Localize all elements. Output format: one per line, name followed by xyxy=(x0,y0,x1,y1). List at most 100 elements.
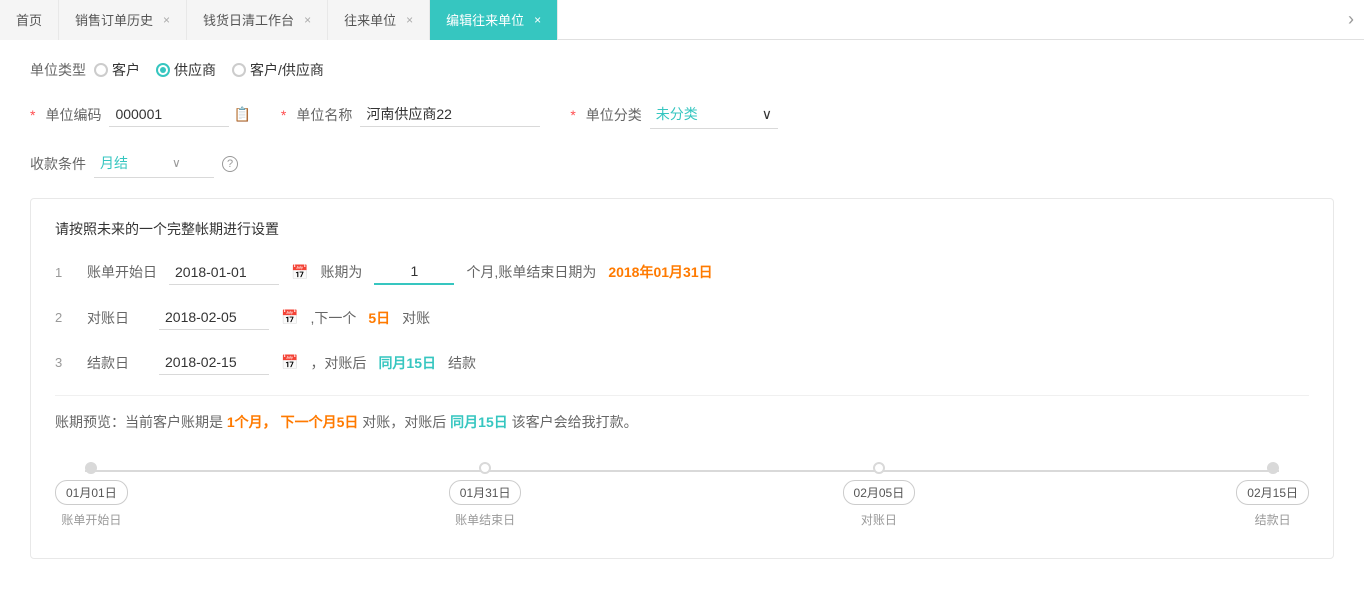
main-content: 单位类型 客户 供应商 客户/供应商 * 单位编码 xyxy=(0,40,1364,608)
period-day-5-highlight: 5日 xyxy=(368,308,390,328)
unit-type-label: 单位类型 xyxy=(30,60,86,80)
unit-category-value: 未分类 xyxy=(656,104,698,124)
radio-supplier[interactable]: 供应商 xyxy=(156,60,216,80)
tab-cash-work-label: 钱货日清工作台 xyxy=(203,10,294,29)
timeline-badge-3: 02月15日 xyxy=(1236,480,1309,505)
timeline-sublabel-0: 账单开始日 xyxy=(61,511,121,528)
unit-type-row: 单位类型 客户 供应商 客户/供应商 xyxy=(30,60,1334,80)
period-text-1a: 账期为 xyxy=(320,262,362,282)
timeline-dot-3 xyxy=(1267,462,1279,474)
radio-supplier-label: 供应商 xyxy=(174,60,216,80)
period-same-month-highlight: 同月15日 xyxy=(378,353,436,373)
timeline-dot-0 xyxy=(85,462,97,474)
tab-partner[interactable]: 往来单位 × xyxy=(328,0,430,40)
payment-condition-label: 收款条件 xyxy=(30,154,86,174)
unit-code-star: * xyxy=(30,107,35,123)
timeline-sublabel-3: 结款日 xyxy=(1255,511,1291,528)
unit-name-label: 单位名称 xyxy=(296,105,352,125)
unit-code-label: 单位编码 xyxy=(45,105,101,125)
unit-code-input-wrapper: 📋 xyxy=(109,102,250,127)
timeline-dot-1 xyxy=(479,462,491,474)
tab-home[interactable]: 首页 xyxy=(0,0,59,40)
tab-sales-history-label: 销售订单历史 xyxy=(75,10,153,29)
tab-edit-partner[interactable]: 编辑往来单位 × xyxy=(430,0,558,40)
period-calendar-2[interactable]: 📅 xyxy=(281,309,298,326)
payment-condition-group: 收款条件 月结 ∨ ? xyxy=(30,149,238,178)
period-end-date-highlight: 2018年01月31日 xyxy=(608,262,712,282)
period-text-1b: 个月,账单结束日期为 xyxy=(466,262,596,282)
timeline-badge-0: 01月01日 xyxy=(55,480,128,505)
unit-name-group: * 单位名称 xyxy=(281,102,540,127)
period-row-3: 3 结款日 📅 ，对账后 同月15日 结款 xyxy=(55,350,1309,375)
tab-edit-partner-close[interactable]: × xyxy=(534,13,541,27)
preview-prefix: 账期预览：当前客户账期是 xyxy=(55,414,223,430)
preview-part3: 同月15日 xyxy=(450,414,508,430)
timeline-sublabel-1: 账单结束日 xyxy=(455,511,515,528)
period-date-1[interactable] xyxy=(169,260,279,285)
timeline-badge-1: 01月31日 xyxy=(449,480,522,505)
unit-category-select[interactable]: 未分类 ∨ xyxy=(650,100,778,129)
preview-part1: 1个月， xyxy=(227,414,277,430)
preview-middle: 对账，对账后 xyxy=(362,414,446,430)
card-title: 请按照未来的一个完整帐期进行设置 xyxy=(55,219,1309,239)
period-num-1: 1 xyxy=(55,265,75,280)
unit-category-star: * xyxy=(570,107,575,123)
period-num-2: 2 xyxy=(55,310,75,325)
period-text-3a: ，对账后 xyxy=(310,353,366,373)
radio-both[interactable]: 客户/供应商 xyxy=(232,60,324,80)
period-date-2[interactable] xyxy=(159,305,269,330)
tab-home-label: 首页 xyxy=(16,10,42,29)
payment-condition-value: 月结 xyxy=(100,153,128,173)
radio-supplier-circle xyxy=(156,63,170,77)
period-label-2: 对账日 xyxy=(87,308,147,328)
period-calendar-1[interactable]: 📅 xyxy=(291,264,308,281)
period-months-input[interactable] xyxy=(374,259,454,285)
unit-category-label: 单位分类 xyxy=(586,105,642,125)
preview-part2: 下一个月5日 xyxy=(281,414,359,430)
preview-text: 账期预览：当前客户账期是 1个月， 下一个月5日 对账，对账后 同月15日 该客… xyxy=(55,412,1309,432)
card-section: 请按照未来的一个完整帐期进行设置 1 账单开始日 📅 账期为 个月,账单结束日期… xyxy=(30,198,1334,559)
timeline-item-1: 01月31日 账单结束日 xyxy=(449,462,522,528)
unit-code-input[interactable] xyxy=(109,102,229,127)
timeline-dot-2 xyxy=(873,462,885,474)
unit-name-star: * xyxy=(281,107,286,123)
timeline-badge-2: 02月05日 xyxy=(843,480,916,505)
radio-customer-circle xyxy=(94,63,108,77)
payment-condition-select[interactable]: 月结 ∨ xyxy=(94,149,214,178)
timeline-sublabel-2: 对账日 xyxy=(861,511,897,528)
timeline-item-0: 01月01日 账单开始日 xyxy=(55,462,128,528)
preview-section: 账期预览：当前客户账期是 1个月， 下一个月5日 对账，对账后 同月15日 该客… xyxy=(55,395,1309,538)
tab-cash-work-close[interactable]: × xyxy=(304,13,311,27)
timeline-items: 01月01日 账单开始日 01月31日 账单结束日 02月05日 对账日 xyxy=(55,462,1309,528)
tab-edit-partner-label: 编辑往来单位 xyxy=(446,10,524,29)
period-label-3: 结款日 xyxy=(87,353,147,373)
timeline-item-3: 02月15日 结款日 xyxy=(1236,462,1309,528)
unit-name-input[interactable] xyxy=(360,102,540,127)
preview-suffix: 该客户会给我打款。 xyxy=(512,414,638,430)
period-text-3b: 结款 xyxy=(448,353,476,373)
period-text-2a: ,下一个 xyxy=(310,308,356,328)
tabs-more-button[interactable]: › xyxy=(1338,9,1364,30)
period-calendar-3[interactable]: 📅 xyxy=(281,354,298,371)
period-num-3: 3 xyxy=(55,355,75,370)
radio-customer-label: 客户 xyxy=(112,60,140,80)
radio-group: 客户 供应商 客户/供应商 xyxy=(94,60,324,80)
payment-condition-chevron: ∨ xyxy=(172,156,181,170)
period-text-2b: 对账 xyxy=(402,308,430,328)
unit-code-icon[interactable]: 📋 xyxy=(233,106,250,123)
period-date-3[interactable] xyxy=(159,350,269,375)
radio-both-label: 客户/供应商 xyxy=(250,60,324,80)
help-icon[interactable]: ? xyxy=(222,156,238,172)
payment-condition-row: 收款条件 月结 ∨ ? xyxy=(30,149,1334,178)
tab-cash-work[interactable]: 钱货日清工作台 × xyxy=(187,0,328,40)
tab-sales-history[interactable]: 销售订单历史 × xyxy=(59,0,187,40)
tab-partner-close[interactable]: × xyxy=(406,13,413,27)
period-label-1: 账单开始日 xyxy=(87,262,157,282)
tab-sales-history-close[interactable]: × xyxy=(163,13,170,27)
unit-category-chevron: ∨ xyxy=(762,106,772,123)
timeline: 01月01日 账单开始日 01月31日 账单结束日 02月05日 对账日 xyxy=(55,452,1309,538)
radio-both-circle xyxy=(232,63,246,77)
period-row-1: 1 账单开始日 📅 账期为 个月,账单结束日期为 2018年01月31日 xyxy=(55,259,1309,285)
radio-customer[interactable]: 客户 xyxy=(94,60,140,80)
tab-partner-label: 往来单位 xyxy=(344,10,396,29)
